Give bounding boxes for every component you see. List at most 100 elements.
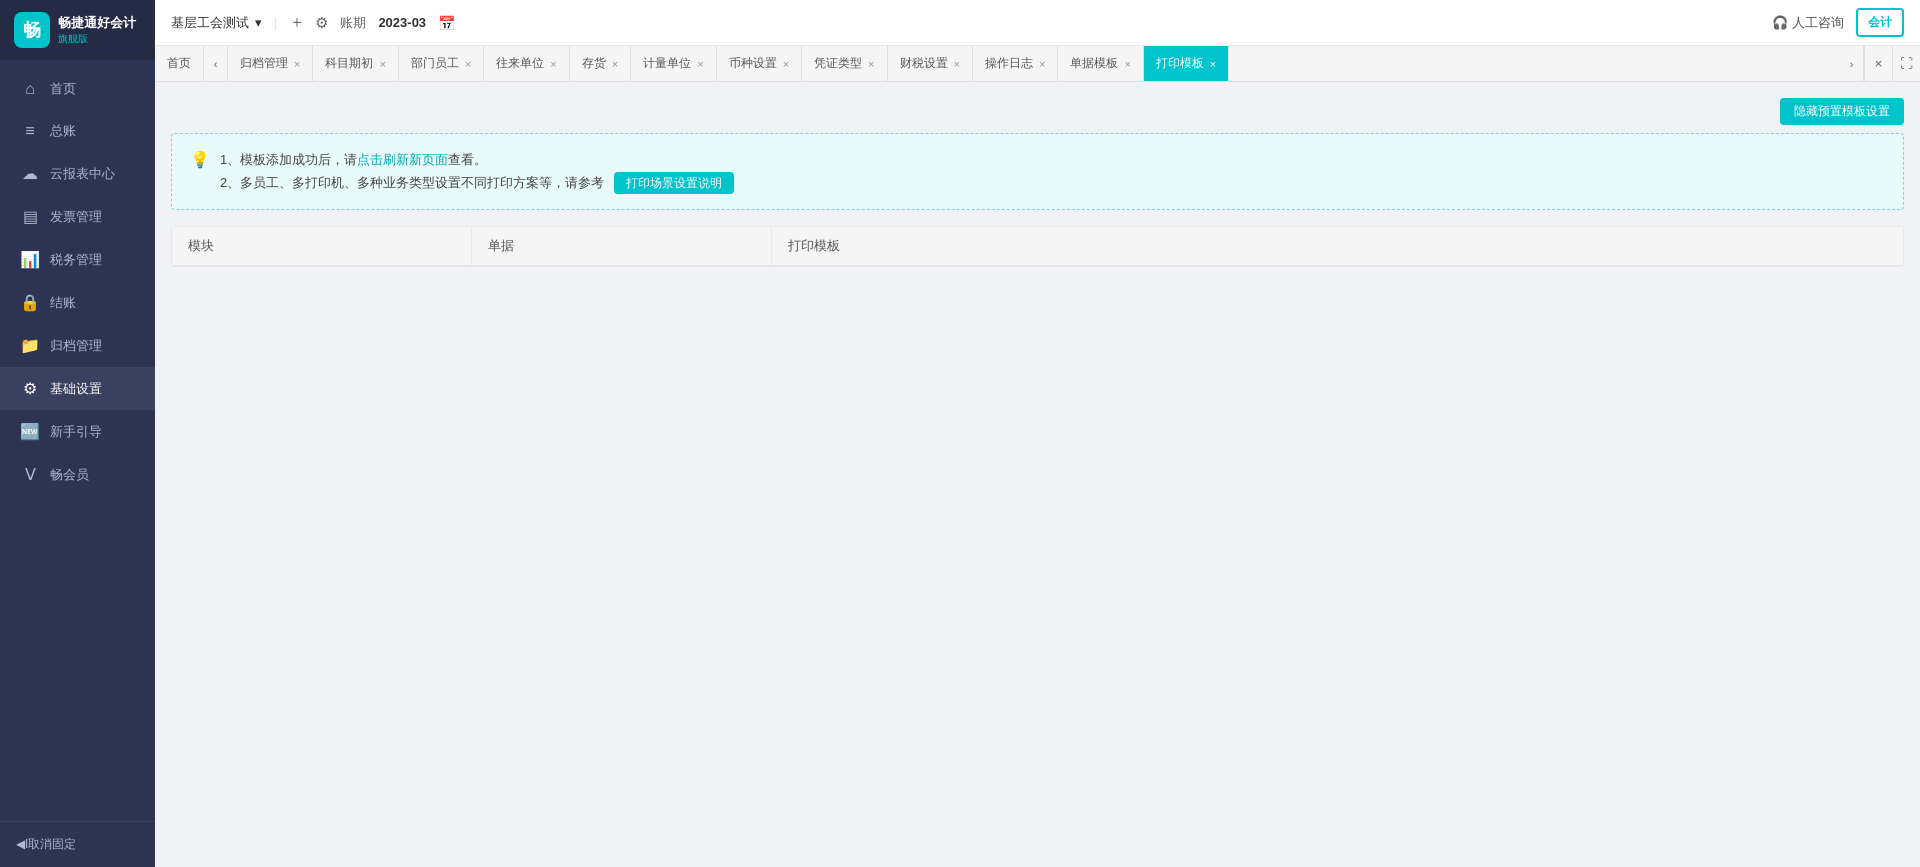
bulb-icon: 💡 bbox=[190, 150, 210, 169]
tab-partner[interactable]: 往来单位 × bbox=[484, 46, 569, 81]
hide-template-button[interactable]: 隐藏预置模板设置 bbox=[1780, 98, 1904, 125]
tab-home[interactable]: 首页 bbox=[155, 46, 204, 81]
sidebar-item-ledger[interactable]: ≡ 总账 bbox=[0, 110, 155, 152]
tab-taxsettings-close[interactable]: × bbox=[954, 58, 960, 70]
tab-printtemplate-close[interactable]: × bbox=[1210, 58, 1216, 70]
tab-dept-label: 部门员工 bbox=[411, 55, 459, 72]
info-line2-text: 2、多员工、多打印机、多种业务类型设置不同打印方案等，请参考 bbox=[220, 175, 604, 190]
sidebar-item-settings[interactable]: ⚙ 基础设置 bbox=[0, 367, 155, 410]
tab-currency-label: 币种设置 bbox=[729, 55, 777, 72]
sidebar-nav: ⌂ 首页 ≡ 总账 ☁ 云报表中心 ▤ 发票管理 📊 税务管理 🔒 结账 📁 归… bbox=[0, 60, 155, 821]
tab-subject[interactable]: 科目期初 × bbox=[313, 46, 398, 81]
print-template-table: 模块 单据 打印模板 bbox=[171, 226, 1904, 267]
tab-inventory-label: 存货 bbox=[582, 55, 606, 72]
th-voucher: 单据 bbox=[472, 227, 772, 265]
tab-singletemplate-close[interactable]: × bbox=[1124, 58, 1130, 70]
tab-singletemplate[interactable]: 单据模板 × bbox=[1058, 46, 1143, 81]
company-selector[interactable]: 基层工会测试 ▾ bbox=[171, 14, 262, 32]
tab-dept-close[interactable]: × bbox=[465, 58, 471, 70]
sidebar-item-archive[interactable]: 📁 归档管理 bbox=[0, 324, 155, 367]
info-line2: 2、多员工、多打印机、多种业务类型设置不同打印方案等，请参考 打印场景设置说明 bbox=[220, 171, 1885, 195]
logo-sub: 旗舰版 bbox=[58, 32, 136, 46]
help-label: 人工咨询 bbox=[1792, 14, 1844, 32]
tab-expand[interactable]: ⛶ bbox=[1892, 46, 1920, 82]
sidebar-item-home[interactable]: ⌂ 首页 bbox=[0, 68, 155, 110]
tab-currency-close[interactable]: × bbox=[783, 58, 789, 70]
tab-unit[interactable]: 计量单位 × bbox=[631, 46, 716, 81]
archive-icon: 📁 bbox=[20, 336, 40, 355]
pin-label: ◀I取消固定 bbox=[16, 836, 76, 853]
info-text: 1、模板添加成功后，请点击刷新新页面查看。 2、多员工、多打印机、多种业务类型设… bbox=[220, 148, 1885, 195]
sidebar-label-home: 首页 bbox=[50, 80, 76, 98]
print-scene-button[interactable]: 打印场景设置说明 bbox=[614, 172, 734, 194]
tab-oplog-close[interactable]: × bbox=[1039, 58, 1045, 70]
sidebar-item-guide[interactable]: 🆕 新手引导 bbox=[0, 410, 155, 453]
logo-icon: 畅 bbox=[14, 12, 50, 48]
tab-unit-close[interactable]: × bbox=[697, 58, 703, 70]
sidebar-pin-toggle[interactable]: ◀I取消固定 bbox=[0, 821, 155, 867]
tab-printtemplate-label: 打印模板 bbox=[1156, 55, 1204, 72]
sidebar-label-guide: 新手引导 bbox=[50, 423, 102, 441]
tab-archive[interactable]: 归档管理 × bbox=[228, 46, 313, 81]
tab-home-label: 首页 bbox=[167, 55, 191, 72]
info-line1: 1、模板添加成功后，请点击刷新新页面查看。 bbox=[220, 148, 1885, 171]
sidebar-label-settings: 基础设置 bbox=[50, 380, 102, 398]
calendar-icon[interactable]: 📅 bbox=[438, 15, 455, 31]
tabbar: 首页 ‹ 归档管理 × 科目期初 × 部门员工 × 往来单位 × 存货 × 计量… bbox=[155, 46, 1920, 82]
sidebar-item-member[interactable]: Ⅴ 畅会员 bbox=[0, 453, 155, 496]
th-print-template: 打印模板 bbox=[772, 227, 1903, 265]
info-line1-prefix: 1、模板添加成功后，请 bbox=[220, 152, 357, 167]
ledger-icon: ≡ bbox=[20, 122, 40, 140]
tab-inventory[interactable]: 存货 × bbox=[570, 46, 631, 81]
tab-taxsettings[interactable]: 财税设置 × bbox=[888, 46, 973, 81]
tax-icon: 📊 bbox=[20, 250, 40, 269]
info-line1-suffix: 查看。 bbox=[448, 152, 487, 167]
tab-vouchertype[interactable]: 凭证类型 × bbox=[802, 46, 887, 81]
account-button[interactable]: 会计 bbox=[1856, 8, 1904, 37]
tab-currency[interactable]: 币种设置 × bbox=[717, 46, 802, 81]
sidebar-item-closing[interactable]: 🔒 结账 bbox=[0, 281, 155, 324]
sidebar-label-member: 畅会员 bbox=[50, 466, 89, 484]
tab-subject-close[interactable]: × bbox=[379, 58, 385, 70]
sidebar-item-invoice[interactable]: ▤ 发票管理 bbox=[0, 195, 155, 238]
period-value: 2023-03 bbox=[378, 15, 426, 30]
tab-unit-label: 计量单位 bbox=[643, 55, 691, 72]
sidebar-item-tax[interactable]: 📊 税务管理 bbox=[0, 238, 155, 281]
tab-dept[interactable]: 部门员工 × bbox=[399, 46, 484, 81]
reports-icon: ☁ bbox=[20, 164, 40, 183]
tab-archive-label: 归档管理 bbox=[240, 55, 288, 72]
th-module: 模块 bbox=[172, 227, 472, 265]
add-tab-button[interactable]: ＋ bbox=[289, 12, 305, 33]
topbar: 基层工会测试 ▾ | ＋ ⚙ 账期 2023-03 📅 🎧 人工咨询 会计 bbox=[155, 0, 1920, 46]
tab-vouchertype-close[interactable]: × bbox=[868, 58, 874, 70]
sidebar-label-closing: 结账 bbox=[50, 294, 76, 312]
sidebar-label-tax: 税务管理 bbox=[50, 251, 102, 269]
tab-archive-close[interactable]: × bbox=[294, 58, 300, 70]
sidebar-label-invoice: 发票管理 bbox=[50, 208, 102, 226]
tab-singletemplate-label: 单据模板 bbox=[1070, 55, 1118, 72]
tab-scroll-right[interactable]: › bbox=[1840, 46, 1864, 82]
tab-oplog[interactable]: 操作日志 × bbox=[973, 46, 1058, 81]
tab-nav-prev: ‹ bbox=[204, 46, 228, 82]
topbar-right: 🎧 人工咨询 会计 bbox=[1772, 8, 1904, 37]
invoice-icon: ▤ bbox=[20, 207, 40, 226]
tab-oplog-label: 操作日志 bbox=[985, 55, 1033, 72]
tab-printtemplate[interactable]: 打印模板 × bbox=[1144, 46, 1229, 81]
tab-partner-close[interactable]: × bbox=[550, 58, 556, 70]
hide-template-row: 隐藏预置模板设置 bbox=[171, 98, 1904, 125]
sidebar-label-reports: 云报表中心 bbox=[50, 165, 115, 183]
app-logo: 畅 畅捷通好会计 旗舰版 bbox=[0, 0, 155, 60]
settings-button[interactable]: ⚙ bbox=[315, 14, 328, 32]
tab-inventory-close[interactable]: × bbox=[612, 58, 618, 70]
logo-title: 畅捷通好会计 bbox=[58, 14, 136, 32]
info-banner: 💡 1、模板添加成功后，请点击刷新新页面查看。 2、多员工、多打印机、多种业务类… bbox=[171, 133, 1904, 210]
member-icon: Ⅴ bbox=[20, 465, 40, 484]
tab-partner-label: 往来单位 bbox=[496, 55, 544, 72]
sidebar-item-reports[interactable]: ☁ 云报表中心 bbox=[0, 152, 155, 195]
refresh-link[interactable]: 点击刷新新页面 bbox=[357, 152, 448, 167]
company-name: 基层工会测试 bbox=[171, 14, 249, 32]
help-button[interactable]: 🎧 人工咨询 bbox=[1772, 14, 1844, 32]
tab-close-all[interactable]: × bbox=[1864, 46, 1892, 82]
topbar-divider: | bbox=[274, 15, 277, 30]
tab-scroll-left[interactable]: ‹ bbox=[204, 46, 228, 82]
